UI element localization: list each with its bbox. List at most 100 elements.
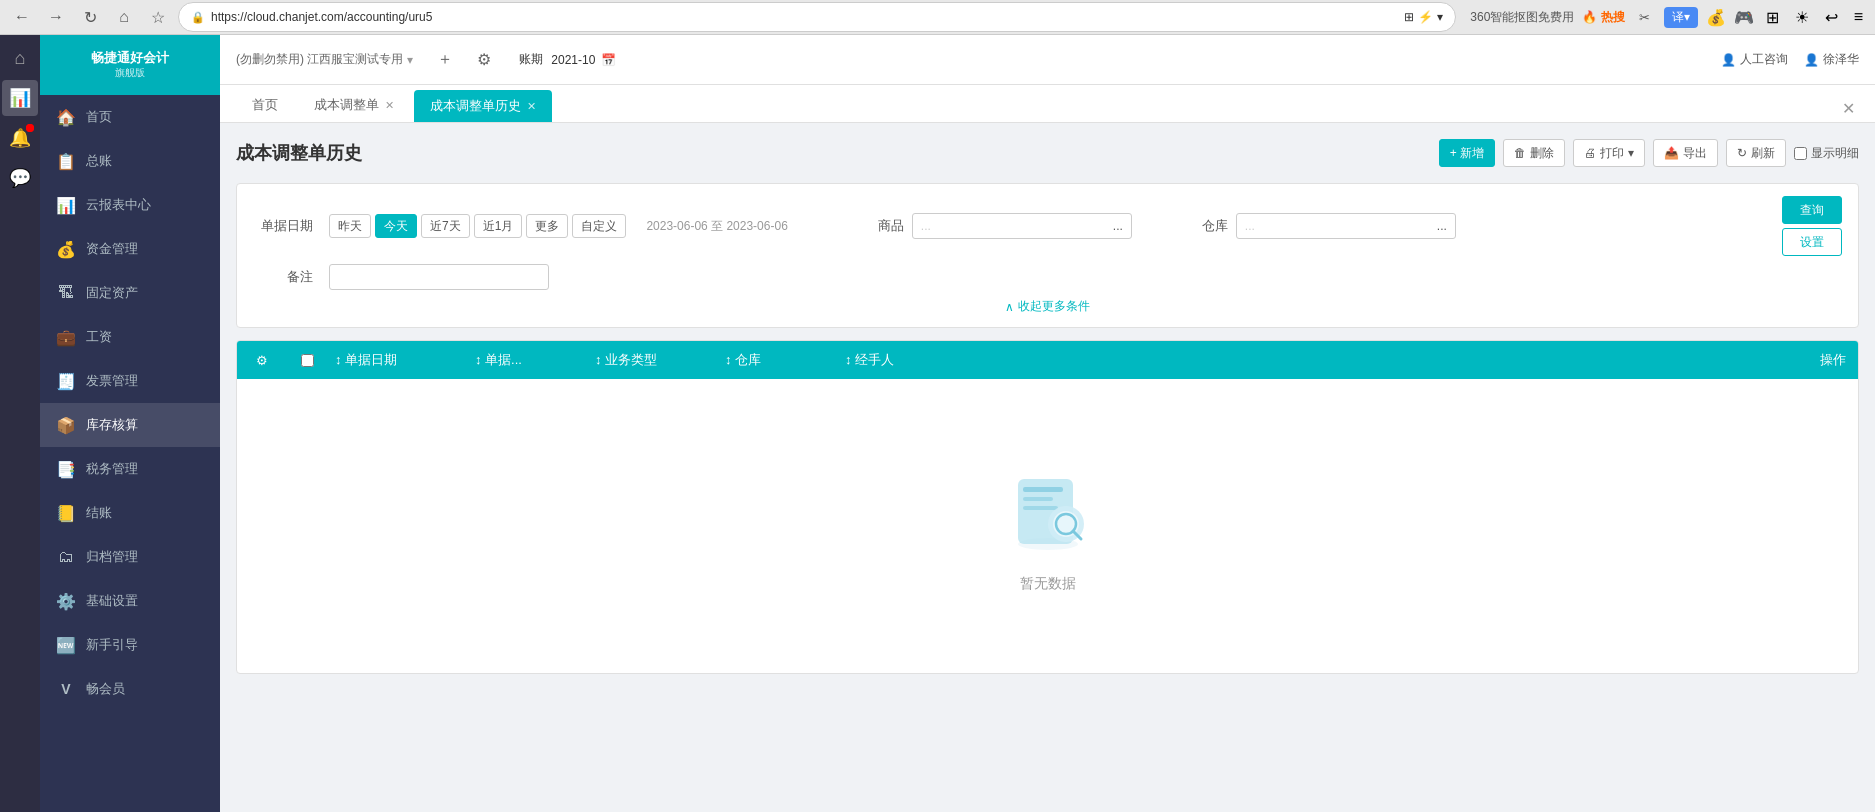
- page-title: 成本调整单历史: [236, 141, 362, 165]
- show-detail-checkbox-label[interactable]: 显示明细: [1794, 145, 1859, 162]
- user-button[interactable]: 👤 徐泽华: [1804, 51, 1859, 68]
- th-handler[interactable]: ↕ 经手人: [837, 341, 977, 379]
- th-warehouse[interactable]: ↕ 仓库: [717, 341, 837, 379]
- th-number[interactable]: ↕ 单据...: [467, 341, 587, 379]
- brightness-icon[interactable]: ☀: [1791, 6, 1813, 29]
- sidebar-item-member[interactable]: V 畅会员: [40, 667, 220, 711]
- remark-label: 备注: [253, 268, 313, 286]
- warehouse-more-icon: ...: [1437, 219, 1447, 233]
- date-btn-yesterday[interactable]: 昨天: [329, 214, 371, 238]
- sidebar-item-closing[interactable]: 📒 结账: [40, 491, 220, 535]
- collapse-button[interactable]: ∧ 收起更多条件: [1005, 298, 1090, 315]
- sidebar-item-home[interactable]: 🏠 首页: [40, 95, 220, 139]
- coin-icon[interactable]: 💰: [1706, 8, 1726, 27]
- undo-icon[interactable]: ↩: [1821, 6, 1842, 29]
- th-date[interactable]: ↕ 单据日期: [327, 341, 467, 379]
- company-dropdown-icon[interactable]: ▾: [407, 53, 413, 67]
- star-button[interactable]: ☆: [144, 3, 172, 31]
- sidebar-item-funds-label: 资金管理: [86, 240, 138, 258]
- export-button[interactable]: 📤 导出: [1653, 139, 1718, 167]
- service-button[interactable]: 👤 人工咨询: [1721, 51, 1788, 68]
- forward-button[interactable]: →: [42, 3, 70, 31]
- hot-search-label[interactable]: 🔥 热搜: [1582, 9, 1624, 26]
- scissors-icon[interactable]: ✂: [1633, 8, 1656, 27]
- tab-cost-adjust-history-close[interactable]: ✕: [527, 100, 536, 113]
- tax-icon: 📑: [56, 460, 76, 479]
- goods-filter: 商品 ... ...: [844, 213, 1132, 239]
- sidebar-item-assets-label: 固定资产: [86, 284, 138, 302]
- date-btn-today[interactable]: 今天: [375, 214, 417, 238]
- refresh-button[interactable]: ↻ 刷新: [1726, 139, 1786, 167]
- filter-settings-button[interactable]: 设置: [1782, 228, 1842, 256]
- back-button[interactable]: ←: [8, 3, 36, 31]
- game-icon[interactable]: 🎮: [1734, 8, 1754, 27]
- new-button[interactable]: + 新增: [1439, 139, 1495, 167]
- icon-bar-active[interactable]: 📊: [2, 80, 38, 116]
- sidebar-item-salary[interactable]: 💼 工资: [40, 315, 220, 359]
- sidebar-item-salary-label: 工资: [86, 328, 112, 346]
- query-button[interactable]: 查询: [1782, 196, 1842, 224]
- select-all-checkbox[interactable]: [301, 354, 314, 367]
- translate-button[interactable]: 译▾: [1664, 7, 1698, 28]
- add-company-button[interactable]: ＋: [433, 47, 457, 73]
- th-biztype[interactable]: ↕ 业务类型: [587, 341, 717, 379]
- tab-cost-adjust-close[interactable]: ✕: [385, 99, 394, 112]
- address-bar[interactable]: 🔒 https://cloud.chanjet.com/accounting/u…: [178, 2, 1456, 32]
- empty-icon: [998, 459, 1098, 559]
- sidebar-item-guide-label: 新手引导: [86, 636, 138, 654]
- sidebar-item-assets[interactable]: 🏗 固定资产: [40, 271, 220, 315]
- sidebar-item-archive[interactable]: 🗂 归档管理: [40, 535, 220, 579]
- sidebar-logo-text: 畅捷通好会计: [91, 50, 169, 67]
- sidebar-item-tax[interactable]: 📑 税务管理: [40, 447, 220, 491]
- date-btn-custom[interactable]: 自定义: [572, 214, 626, 238]
- empty-state: 暂无数据: [237, 379, 1858, 673]
- icon-bar-chat[interactable]: 💬: [2, 160, 38, 196]
- apps-icon[interactable]: ⊞: [1762, 6, 1783, 29]
- date-btn-more[interactable]: 更多: [526, 214, 568, 238]
- filter-row-date: 单据日期 昨天 今天 近7天 近1月 更多 自定义 2023-06-06 至 2…: [253, 196, 1842, 256]
- sidebar-item-tax-label: 税务管理: [86, 460, 138, 478]
- print-button[interactable]: 🖨 打印 ▾: [1573, 139, 1645, 167]
- sidebar-item-guide[interactable]: 🆕 新手引导: [40, 623, 220, 667]
- reports-icon: 📊: [56, 196, 76, 215]
- menu-icon[interactable]: ≡: [1850, 6, 1867, 28]
- sidebar-item-settings[interactable]: ⚙️ 基础设置: [40, 579, 220, 623]
- date-btn-1month[interactable]: 近1月: [474, 214, 523, 238]
- warehouse-filter: 仓库 ... ...: [1168, 213, 1456, 239]
- icon-bar-home[interactable]: ⌂: [2, 40, 38, 76]
- closing-icon: 📒: [56, 504, 76, 523]
- reload-button[interactable]: ↻: [76, 3, 104, 31]
- sidebar-item-funds[interactable]: 💰 资金管理: [40, 227, 220, 271]
- sidebar-item-invoice[interactable]: 🧾 发票管理: [40, 359, 220, 403]
- date-btn-7days[interactable]: 近7天: [421, 214, 470, 238]
- settings-top-icon[interactable]: ⚙: [477, 50, 491, 69]
- delete-button[interactable]: 🗑 删除: [1503, 139, 1565, 167]
- chevron-down-icon[interactable]: ▾: [1437, 10, 1443, 24]
- lightning-icon[interactable]: ⚡: [1418, 10, 1433, 24]
- show-detail-checkbox[interactable]: [1794, 147, 1807, 160]
- sidebar-item-ledger[interactable]: 📋 总账: [40, 139, 220, 183]
- th-settings[interactable]: ⚙: [237, 341, 287, 379]
- page-close-button[interactable]: ✕: [1838, 95, 1859, 122]
- tab-home[interactable]: 首页: [236, 90, 294, 122]
- tab-cost-adjust-history[interactable]: 成本调整单历史 ✕: [414, 90, 552, 122]
- home-button[interactable]: ⌂: [110, 3, 138, 31]
- th-checkbox[interactable]: [287, 341, 327, 379]
- warehouse-select[interactable]: ... ...: [1236, 213, 1456, 239]
- tab-cost-adjust[interactable]: 成本调整单 ✕: [298, 90, 410, 122]
- remark-input[interactable]: [329, 264, 549, 290]
- goods-select[interactable]: ... ...: [912, 213, 1132, 239]
- calendar-icon[interactable]: 📅: [601, 53, 616, 67]
- sidebar-item-inventory-label: 库存核算: [86, 416, 138, 434]
- table-container: ⚙ ↕ 单据日期 ↕ 单据... ↕ 业务类型 ↕ 仓库: [236, 340, 1859, 674]
- icon-bar-notification[interactable]: 🔔: [2, 120, 38, 156]
- goods-select-placeholder: ...: [921, 219, 931, 233]
- sidebar-item-ledger-label: 总账: [86, 152, 112, 170]
- url-text: https://cloud.chanjet.com/accounting/uru…: [211, 10, 432, 24]
- date-filter-label: 单据日期: [253, 217, 313, 235]
- sidebar-item-reports[interactable]: 📊 云报表中心: [40, 183, 220, 227]
- user-name: 徐泽华: [1823, 51, 1859, 68]
- sidebar-item-reports-label: 云报表中心: [86, 196, 151, 214]
- grid-icon[interactable]: ⊞: [1404, 10, 1414, 24]
- sidebar-item-inventory[interactable]: 📦 库存核算: [40, 403, 220, 447]
